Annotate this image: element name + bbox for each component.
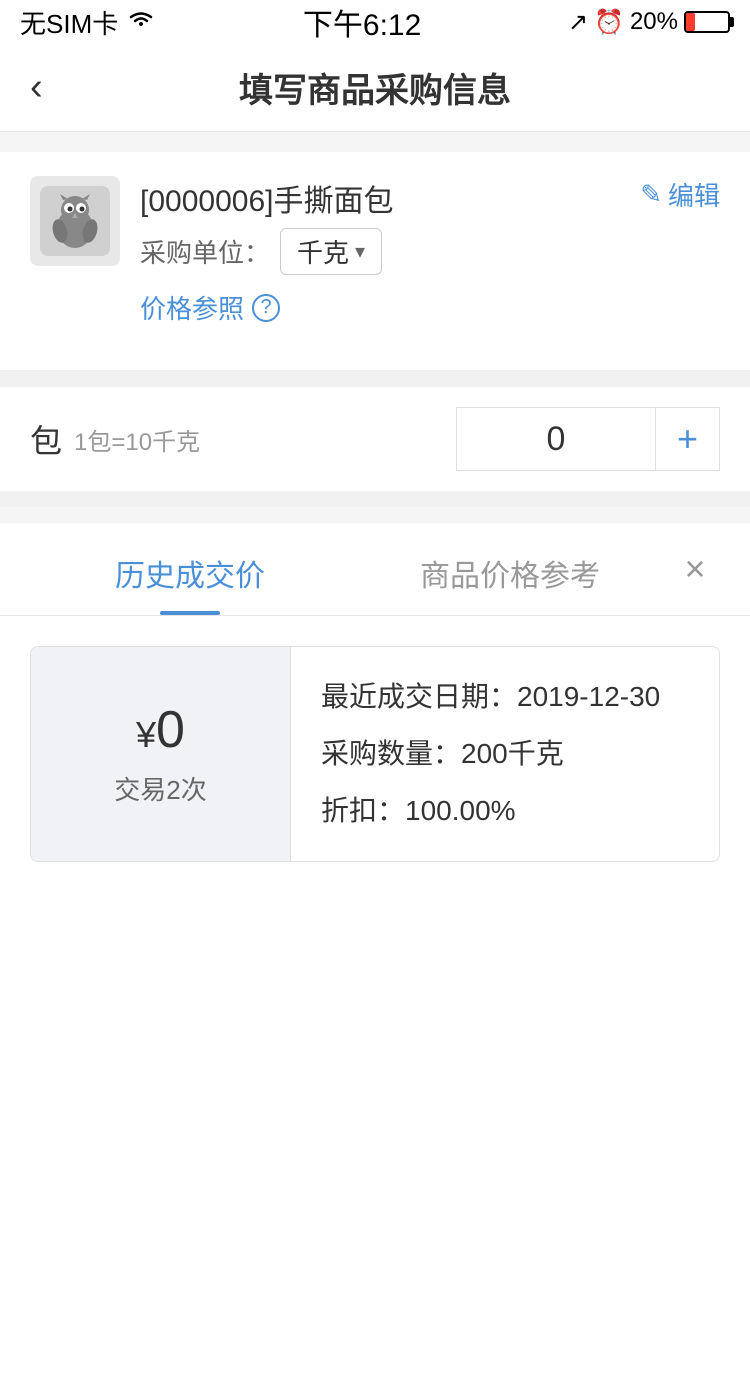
history-price-panel: ¥0 交易2次 (31, 647, 291, 861)
product-name: [0000006]手撕面包 (140, 176, 393, 220)
bottom-area (0, 892, 750, 1392)
quantity-label: 包 1包=10千克 (30, 416, 200, 462)
tab-section: 历史成交价 商品价格参考 × ¥0 交易2次 最近成交日期：2019-12-30… (0, 523, 750, 892)
plus-button[interactable]: + (656, 407, 720, 471)
history-card: ¥0 交易2次 最近成交日期：2019-12-30 采购数量：200千克 折扣：… (30, 646, 720, 862)
history-qty-row: 采购数量：200千克 (321, 734, 689, 773)
history-content: ¥0 交易2次 最近成交日期：2019-12-30 采购数量：200千克 折扣：… (0, 616, 750, 892)
quantity-section: 包 1包=10千克 0 + (0, 386, 750, 491)
product-logo (30, 176, 120, 266)
no-sim-text: 无SIM卡 (20, 4, 118, 41)
status-time: 下午6:12 (303, 0, 421, 44)
status-carrier: 无SIM卡 (20, 4, 156, 41)
price-ref-button[interactable]: 价格参照 ? (140, 289, 393, 326)
tab-product-price-ref[interactable]: 商品价格参考 (350, 523, 670, 615)
product-left: [0000006]手撕面包 采购单位： 千克 ▾ 价格参照 ? (30, 176, 393, 326)
currency-symbol: ¥ (136, 714, 156, 755)
history-discount-row: 折扣：100.00% (321, 791, 689, 830)
unit-label-text: 采购单位： (140, 233, 270, 270)
wifi-icon (126, 7, 156, 38)
product-unit-row: 采购单位： 千克 ▾ (140, 228, 393, 275)
nav-bar: ‹ 填写商品采购信息 (0, 44, 750, 132)
history-price-value: ¥0 (136, 700, 185, 760)
back-button[interactable]: ‹ (30, 66, 80, 109)
history-txn-count: 交易2次 (114, 770, 206, 807)
alarm-icon: ⏰ (594, 8, 624, 37)
product-card: [0000006]手撕面包 采购单位： 千克 ▾ 价格参照 ? ✎ 编辑 (0, 152, 750, 370)
product-logo-image (40, 186, 110, 256)
quantity-row: 包 1包=10千克 0 + (30, 387, 720, 491)
tab-history-price[interactable]: 历史成交价 (30, 523, 350, 615)
edit-icon: ✎ (640, 179, 662, 210)
section-divider (0, 370, 750, 386)
help-icon: ? (252, 294, 280, 322)
edit-button[interactable]: ✎ 编辑 (640, 176, 720, 213)
quantity-controls: 0 + (456, 407, 720, 471)
tab-header: 历史成交价 商品价格参考 × (0, 523, 750, 616)
page-title: 填写商品采购信息 (239, 63, 511, 112)
tab-close-button[interactable]: × (670, 544, 720, 594)
history-date-row: 最近成交日期：2019-12-30 (321, 677, 689, 716)
location-icon: ↗ (568, 8, 588, 37)
status-bar: 无SIM卡 下午6:12 ↗ ⏰ 20% (0, 0, 750, 44)
unit-desc: 1包=10千克 (74, 422, 200, 457)
status-icons: ↗ ⏰ 20% (568, 8, 730, 37)
quantity-input[interactable]: 0 (456, 407, 656, 471)
unit-select[interactable]: 千克 ▾ (280, 228, 382, 275)
unit-dropdown-arrow: ▾ (355, 239, 365, 264)
battery-icon (684, 11, 730, 33)
section-divider-2 (0, 491, 750, 507)
battery-percent: 20% (630, 8, 678, 36)
product-header: [0000006]手撕面包 采购单位： 千克 ▾ 价格参照 ? ✎ 编辑 (30, 176, 720, 326)
product-info: [0000006]手撕面包 采购单位： 千克 ▾ 价格参照 ? (140, 176, 393, 326)
history-details-panel: 最近成交日期：2019-12-30 采购数量：200千克 折扣：100.00% (291, 647, 719, 861)
unit-badge: 包 (30, 416, 62, 462)
